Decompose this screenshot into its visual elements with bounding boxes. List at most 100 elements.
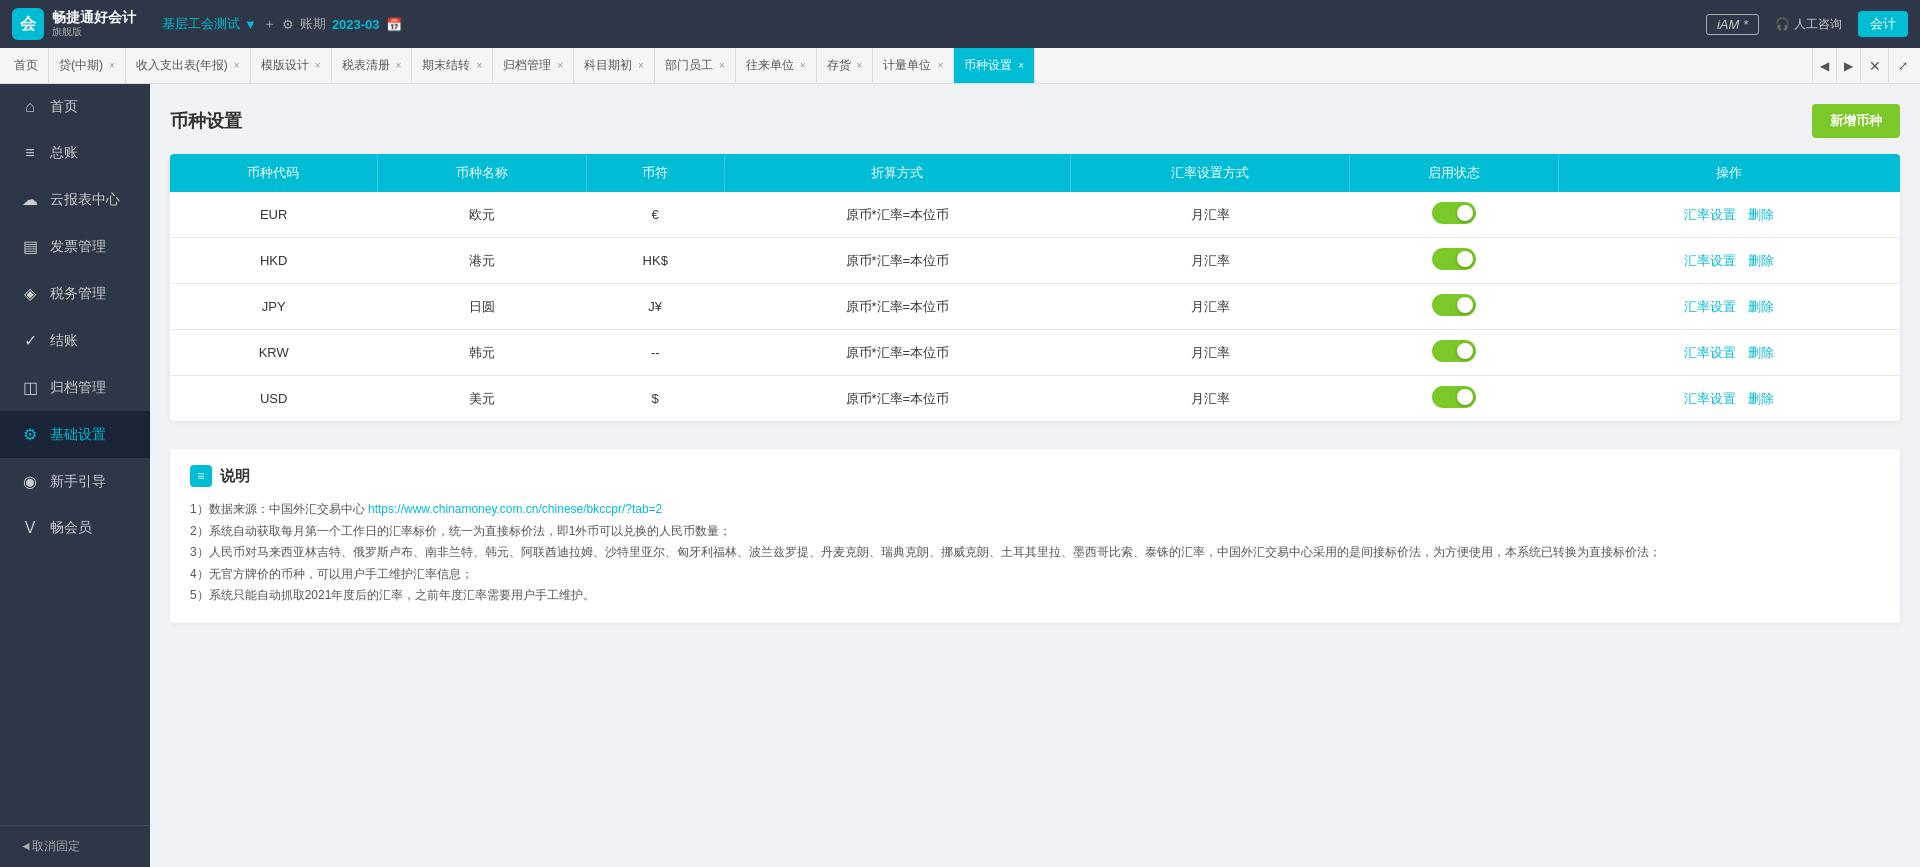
tab-close-icon[interactable]: ×: [557, 60, 563, 71]
tab-close-icon[interactable]: ×: [638, 60, 644, 71]
tab-label: 贷(中期): [59, 57, 103, 74]
table-row: HKD港元HK$原币*汇率=本位币月汇率 汇率设置删除: [170, 238, 1900, 284]
toggle-HKD[interactable]: [1432, 248, 1476, 270]
support-button[interactable]: 🎧 人工咨询: [1775, 16, 1842, 33]
tab-部门员工[interactable]: 部门员工×: [655, 48, 736, 83]
cell-4-0: USD: [170, 376, 377, 422]
toggle-track: [1432, 202, 1476, 224]
cell-3-0: KRW: [170, 330, 377, 376]
toggle-track: [1432, 340, 1476, 362]
tab-label: 归档管理: [503, 57, 551, 74]
sidebar-icon-invoice: ▤: [20, 237, 40, 256]
cell-0-2: €: [586, 192, 724, 238]
tab-税表清册[interactable]: 税表清册×: [332, 48, 413, 83]
description-item-2: 3）人民币对马来西亚林吉特、俄罗斯卢布、南非兰特、韩元、阿联酋迪拉姆、沙特里亚尔…: [190, 542, 1880, 564]
tab-首页[interactable]: 首页: [4, 48, 49, 83]
col-header-汇率设置方式: 汇率设置方式: [1070, 154, 1349, 192]
sidebar-label-member: 畅会员: [50, 519, 92, 537]
pin-label: ◄取消固定: [20, 838, 80, 855]
cell-toggle-3: [1350, 330, 1559, 376]
cell-3-2: --: [586, 330, 724, 376]
sidebar-icon-tax: ◈: [20, 284, 40, 303]
sidebar-pin-button[interactable]: ◄取消固定: [0, 825, 150, 867]
action-删除-EUR[interactable]: 删除: [1748, 207, 1774, 222]
tab-close-icon[interactable]: ×: [396, 60, 402, 71]
tab-贷(中期)[interactable]: 贷(中期) ×: [49, 48, 126, 83]
calendar-icon[interactable]: 📅: [386, 17, 402, 32]
tab-close-icon[interactable]: ×: [719, 60, 725, 71]
description-link[interactable]: https://www.chinamoney.com.cn/chinese/bk…: [368, 502, 662, 516]
breadcrumb-area: 基层工会测试 ▼ ＋ ⚙ 账期 2023-03 📅: [162, 15, 1706, 33]
add-icon[interactable]: ＋: [263, 15, 276, 33]
sidebar: ⌂ 首页 ≡ 总账 ☁ 云报表中心 ▤ 发票管理 ◈ 税务管理 ✓ 结账 ◫ 归…: [0, 84, 150, 867]
tab-close-icon[interactable]: ×: [857, 60, 863, 71]
toggle-thumb: [1457, 343, 1473, 359]
cell-actions-1: 汇率设置删除: [1558, 238, 1900, 284]
tab-模版设计[interactable]: 模版设计×: [251, 48, 332, 83]
toggle-KRW[interactable]: [1432, 340, 1476, 362]
sidebar-label-settings: 基础设置: [50, 426, 106, 444]
tab-close-icon[interactable]: ×: [937, 60, 943, 71]
toggle-track: [1432, 248, 1476, 270]
sidebar-icon-home: ⌂: [20, 98, 40, 116]
tab-close-icon[interactable]: ×: [109, 60, 115, 71]
action-汇率设置-KRW[interactable]: 汇率设置: [1684, 345, 1736, 360]
tab-close-icon[interactable]: ×: [315, 60, 321, 71]
tab-close-icon[interactable]: ×: [1018, 60, 1024, 71]
action-删除-HKD[interactable]: 删除: [1748, 253, 1774, 268]
tab-计量单位[interactable]: 计量单位×: [873, 48, 954, 83]
sidebar-item-home[interactable]: ⌂ 首页: [0, 84, 150, 130]
tab-科目期初[interactable]: 科目期初×: [574, 48, 655, 83]
sidebar-item-tax[interactable]: ◈ 税务管理: [0, 270, 150, 317]
top-bar: 会 畅捷通好会计 旗舰版 基层工会测试 ▼ ＋ ⚙ 账期 2023-03 📅 i…: [0, 0, 1920, 48]
cell-1-3: 原币*汇率=本位币: [724, 238, 1070, 284]
sidebar-item-member[interactable]: V 畅会员: [0, 505, 150, 551]
cell-toggle-1: [1350, 238, 1559, 284]
tab-next-button[interactable]: ▶: [1836, 48, 1860, 83]
cell-toggle-4: [1350, 376, 1559, 422]
toggle-thumb: [1457, 389, 1473, 405]
tab-close-all-button[interactable]: ✕: [1860, 48, 1888, 83]
tab-期末结转[interactable]: 期末结转×: [412, 48, 493, 83]
cell-1-0: HKD: [170, 238, 377, 284]
period-value[interactable]: 2023-03: [332, 17, 380, 32]
action-汇率设置-HKD[interactable]: 汇率设置: [1684, 253, 1736, 268]
toggle-JPY[interactable]: [1432, 294, 1476, 316]
company-selector[interactable]: 基层工会测试 ▼: [162, 15, 257, 33]
settings-icon[interactable]: ⚙: [282, 17, 294, 32]
tab-归档管理[interactable]: 归档管理 ×: [493, 48, 574, 83]
cell-4-1: 美元: [377, 376, 586, 422]
account-button[interactable]: 会计: [1858, 11, 1908, 37]
action-汇率设置-EUR[interactable]: 汇率设置: [1684, 207, 1736, 222]
tab-expand-button[interactable]: ⤢: [1888, 48, 1916, 83]
tab-close-icon[interactable]: ×: [234, 60, 240, 71]
tab-close-icon[interactable]: ×: [476, 60, 482, 71]
toggle-EUR[interactable]: [1432, 202, 1476, 224]
tab-label: 收入支出表(年报): [136, 57, 228, 74]
sidebar-item-invoice[interactable]: ▤ 发票管理: [0, 223, 150, 270]
action-删除-USD[interactable]: 删除: [1748, 391, 1774, 406]
tab-币种设置[interactable]: 币种设置×: [954, 48, 1035, 83]
description-section: ≡ 说明 1）数据来源：中国外汇交易中心 https://www.chinamo…: [170, 449, 1900, 623]
sidebar-icon-cloud-reports: ☁: [20, 190, 40, 209]
sidebar-item-guide[interactable]: ◉ 新手引导: [0, 458, 150, 505]
toggle-USD[interactable]: [1432, 386, 1476, 408]
table-row: JPY日圆J¥原币*汇率=本位币月汇率 汇率设置删除: [170, 284, 1900, 330]
action-删除-JPY[interactable]: 删除: [1748, 299, 1774, 314]
sidebar-item-archive[interactable]: ◫ 归档管理: [0, 364, 150, 411]
sidebar-item-general-ledger[interactable]: ≡ 总账: [0, 130, 150, 176]
sidebar-label-checkout: 结账: [50, 332, 78, 350]
tab-close-icon[interactable]: ×: [800, 60, 806, 71]
action-删除-KRW[interactable]: 删除: [1748, 345, 1774, 360]
support-label: 人工咨询: [1794, 16, 1842, 33]
sidebar-item-cloud-reports[interactable]: ☁ 云报表中心: [0, 176, 150, 223]
tab-往来单位[interactable]: 往来单位×: [736, 48, 817, 83]
action-汇率设置-USD[interactable]: 汇率设置: [1684, 391, 1736, 406]
tab-收入支出表(年报)[interactable]: 收入支出表(年报) ×: [126, 48, 251, 83]
tab-存货[interactable]: 存货×: [817, 48, 874, 83]
tab-prev-button[interactable]: ◀: [1812, 48, 1836, 83]
action-汇率设置-JPY[interactable]: 汇率设置: [1684, 299, 1736, 314]
sidebar-item-checkout[interactable]: ✓ 结账: [0, 317, 150, 364]
new-currency-button[interactable]: 新增币种: [1812, 104, 1900, 138]
sidebar-item-settings[interactable]: ⚙ 基础设置: [0, 411, 150, 458]
